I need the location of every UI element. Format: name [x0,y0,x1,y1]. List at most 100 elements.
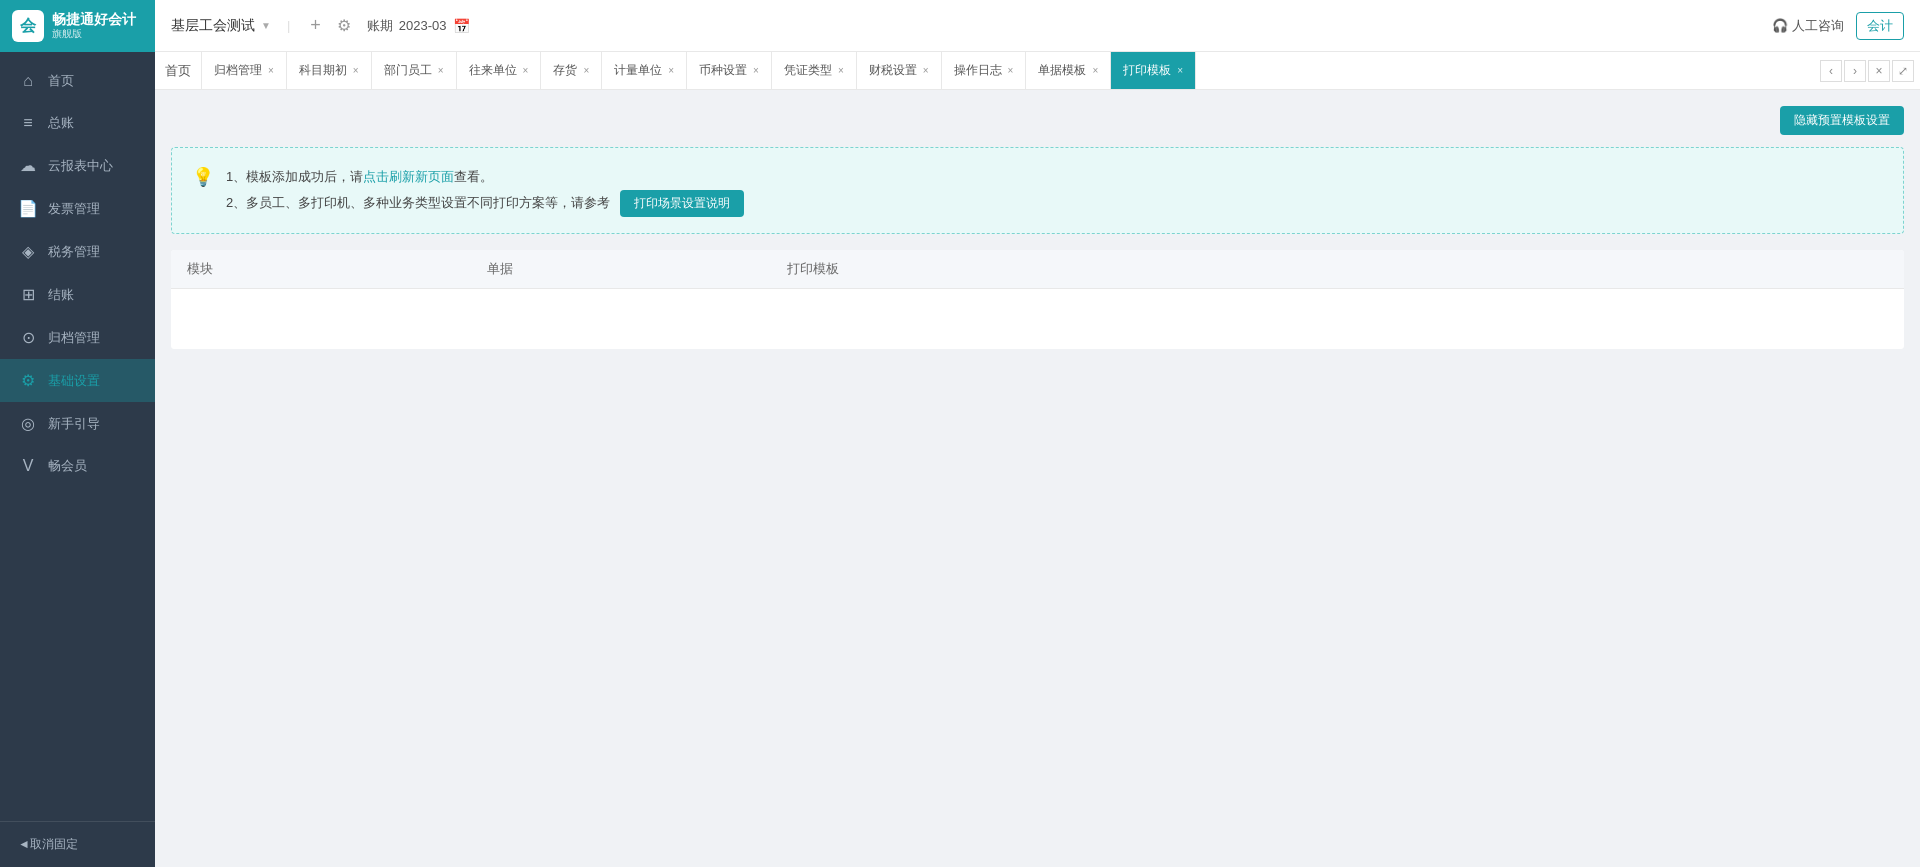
tab-voucher-type-close[interactable]: × [838,65,844,76]
tab-currency[interactable]: 币种设置 × [687,52,772,90]
invoice-icon: 📄 [18,199,38,218]
logo-text-block: 畅捷通好会计 旗舰版 [52,11,136,42]
tab-inventory-close[interactable]: × [583,65,589,76]
tab-tax-setting-close[interactable]: × [923,65,929,76]
sidebar-item-invoice[interactable]: 📄 发票管理 [0,187,155,230]
logo-subtitle: 旗舰版 [52,27,136,41]
sidebar-item-ledger[interactable]: ≡ 总账 [0,102,155,144]
tab-tax-setting-label: 财税设置 [869,62,917,79]
tab-expand-button[interactable]: ⤢ [1892,60,1914,82]
closing-icon: ⊞ [18,285,38,304]
tax-icon: ◈ [18,242,38,261]
hide-template-button[interactable]: 隐藏预置模板设置 [1780,106,1904,135]
tab-voucher-type-label: 凭证类型 [784,62,832,79]
tab-next-button[interactable]: › [1844,60,1866,82]
sidebar-item-guide[interactable]: ◎ 新手引导 [0,402,155,445]
sidebar-item-closing[interactable]: ⊞ 结账 [0,273,155,316]
period-value: 2023-03 [399,18,447,33]
tab-department-close[interactable]: × [438,65,444,76]
sidebar-item-label: 云报表中心 [48,157,113,175]
home-icon: ⌂ [18,72,38,90]
tab-unit[interactable]: 计量单位 × [602,52,687,90]
tab-archive-label: 归档管理 [214,62,262,79]
tabbar: 首页 归档管理 × 科目期初 × 部门员工 × 往来单位 × 存货 × 计量单位… [155,52,1920,90]
tab-unit-label: 计量单位 [614,62,662,79]
tab-supplier-label: 往来单位 [469,62,517,79]
sidebar-item-tax[interactable]: ◈ 税务管理 [0,230,155,273]
sidebar: 会 畅捷通好会计 旗舰版 ⌂ 首页 ≡ 总账 ☁ 云报表中心 📄 发票管理 ◈ … [0,0,155,867]
tab-department-label: 部门员工 [384,62,432,79]
sidebar-item-label: 畅会员 [48,457,87,475]
tab-subject[interactable]: 科目期初 × [287,52,372,90]
info-line1-suffix: 查看。 [454,169,493,184]
info-box: 💡 1、模板添加成功后，请点击刷新新页面查看。 2、多员工、多打印机、多种业务类… [171,147,1904,234]
tab-tax-setting[interactable]: 财税设置 × [857,52,942,90]
table-header: 模块 单据 打印模板 [171,250,1904,289]
topbar-right: 🎧 人工咨询 会计 [1772,12,1904,40]
tab-inventory[interactable]: 存货 × [541,52,602,90]
sidebar-item-label: 归档管理 [48,329,100,347]
service-button[interactable]: 🎧 人工咨询 [1772,17,1844,35]
company-name: 基层工会测试 [171,17,255,35]
tab-single-form[interactable]: 单据模板 × [1026,52,1111,90]
sidebar-item-label: 发票管理 [48,200,100,218]
sidebar-item-label: 新手引导 [48,415,100,433]
info-line2: 2、多员工、多打印机、多种业务类型设置不同打印方案等，请参考 打印场景设置说明 [226,190,1883,217]
tab-supplier[interactable]: 往来单位 × [457,52,542,90]
unpin-button[interactable]: ◄取消固定 [0,821,155,867]
calendar-icon[interactable]: 📅 [453,18,470,34]
tab-currency-close[interactable]: × [753,65,759,76]
service-label: 人工咨询 [1792,17,1844,35]
tab-home-label: 首页 [165,62,191,80]
print-scene-button[interactable]: 打印场景设置说明 [620,190,744,217]
info-line1-link[interactable]: 点击刷新新页面 [363,169,454,184]
sidebar-item-reports[interactable]: ☁ 云报表中心 [0,144,155,187]
tab-inventory-label: 存货 [553,62,577,79]
add-tab-button[interactable]: + [306,15,325,36]
tab-supplier-close[interactable]: × [523,65,529,76]
cloud-icon: ☁ [18,156,38,175]
company-selector[interactable]: 基层工会测试 ▼ [171,17,271,35]
info-text-block: 1、模板添加成功后，请点击刷新新页面查看。 2、多员工、多打印机、多种业务类型设… [226,164,1883,217]
info-line1-prefix: 1、模板添加成功后，请 [226,169,363,184]
sidebar-item-label: 总账 [48,114,74,132]
tab-prev-button[interactable]: ‹ [1820,60,1842,82]
tab-operation-log[interactable]: 操作日志 × [942,52,1027,90]
tab-archive-close[interactable]: × [268,65,274,76]
tab-subject-label: 科目期初 [299,62,347,79]
sidebar-item-archive[interactable]: ⊙ 归档管理 [0,316,155,359]
tab-subject-close[interactable]: × [353,65,359,76]
settings-button[interactable]: ⚙ [337,16,351,35]
tab-print-template[interactable]: 打印模板 × [1111,52,1196,90]
sidebar-nav: ⌂ 首页 ≡ 总账 ☁ 云报表中心 📄 发票管理 ◈ 税务管理 ⊞ 结账 ⊙ 归… [0,52,155,821]
tab-operation-log-close[interactable]: × [1008,65,1014,76]
tab-single-form-close[interactable]: × [1092,65,1098,76]
sidebar-item-home[interactable]: ⌂ 首页 [0,60,155,102]
tab-department[interactable]: 部门员工 × [372,52,457,90]
bulb-icon: 💡 [192,166,214,188]
tab-print-template-label: 打印模板 [1123,62,1171,79]
template-table: 模块 单据 打印模板 [171,250,1904,349]
tabbar-nav: ‹ › × ⤢ [1814,60,1920,82]
col-document-header: 单据 [487,260,787,278]
tab-home[interactable]: 首页 [155,52,202,90]
content-header: 隐藏预置模板设置 [171,106,1904,135]
tab-archive[interactable]: 归档管理 × [202,52,287,90]
sidebar-item-label: 基础设置 [48,372,100,390]
member-icon: V [18,457,38,475]
kuaiji-button[interactable]: 会计 [1856,12,1904,40]
sidebar-item-label: 税务管理 [48,243,100,261]
sidebar-item-basic[interactable]: ⚙ 基础设置 [0,359,155,402]
topbar: 基层工会测试 ▼ | + ⚙ 账期 2023-03 📅 🎧 人工咨询 会计 [155,0,1920,52]
logo-title: 畅捷通好会计 [52,11,136,28]
tab-unit-close[interactable]: × [668,65,674,76]
sidebar-item-member[interactable]: V 畅会员 [0,445,155,487]
content-area: 隐藏预置模板设置 💡 1、模板添加成功后，请点击刷新新页面查看。 2、多员工、多… [155,90,1920,867]
guide-icon: ◎ [18,414,38,433]
period-display: 账期 2023-03 📅 [367,17,470,35]
tab-voucher-type[interactable]: 凭证类型 × [772,52,857,90]
divider: | [287,18,290,33]
tab-print-template-close[interactable]: × [1177,65,1183,76]
tab-close-all-button[interactable]: × [1868,60,1890,82]
col-template-header: 打印模板 [787,260,1888,278]
